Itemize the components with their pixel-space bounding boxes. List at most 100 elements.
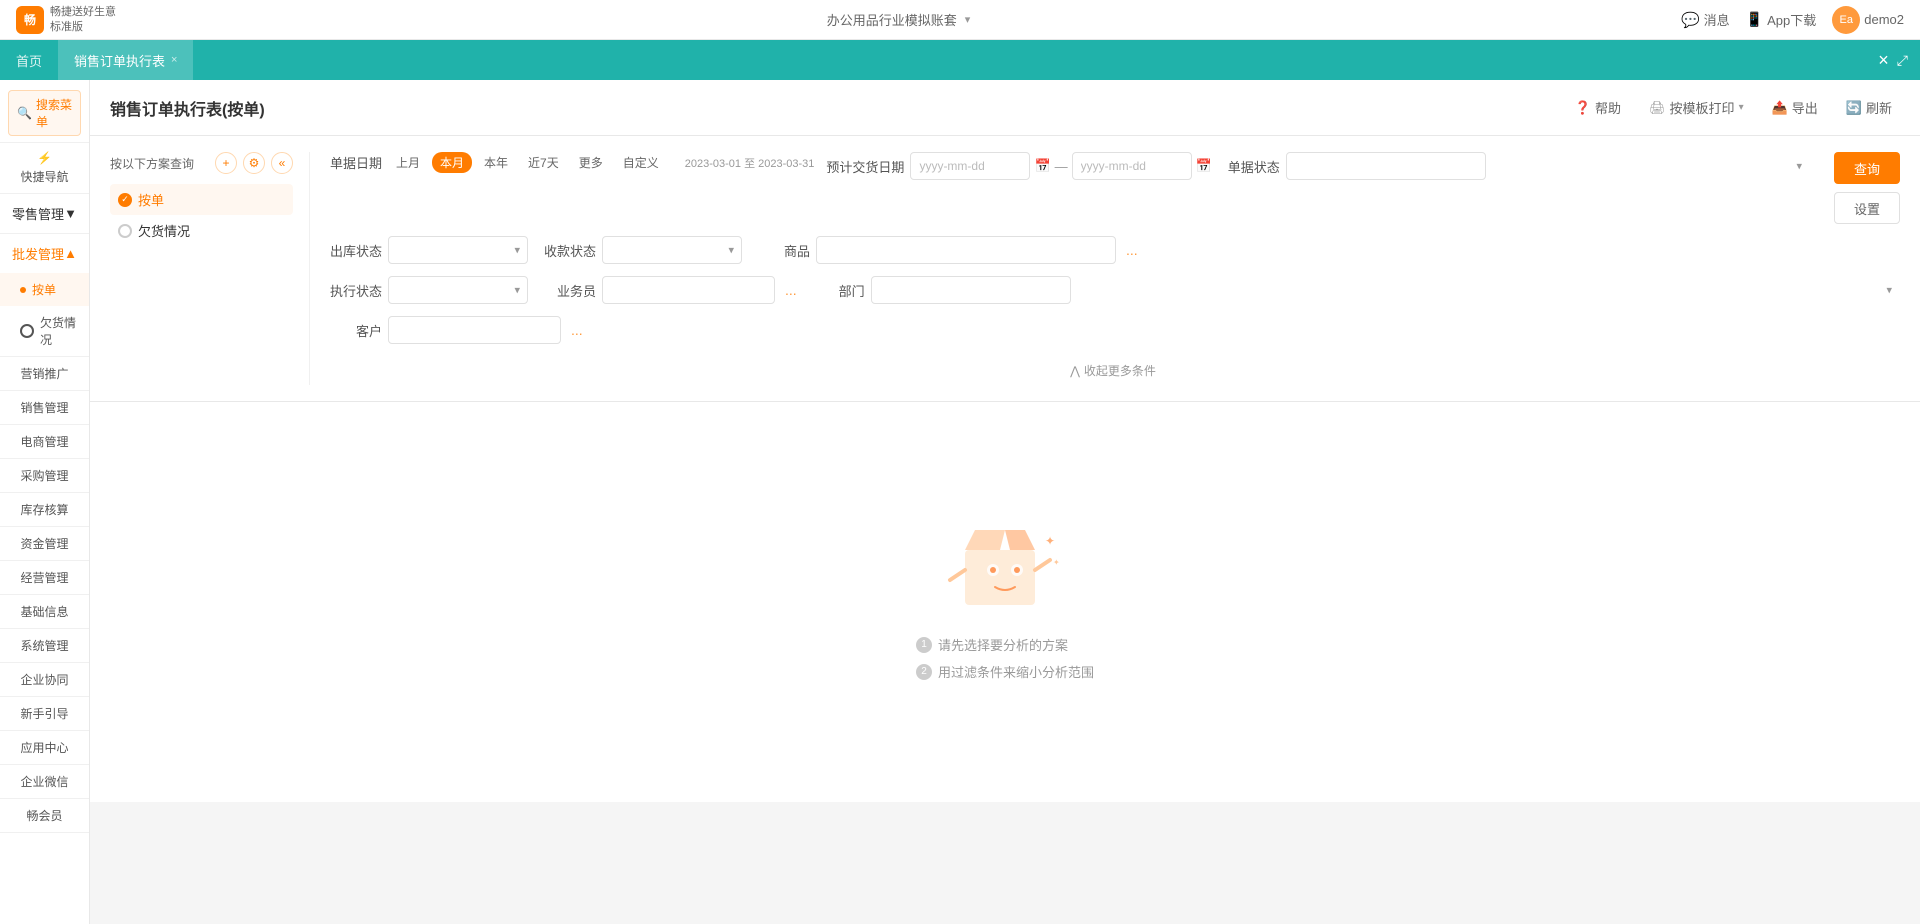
- expected-date-start-input[interactable]: [910, 152, 1030, 180]
- filter-fields: 单据日期 上月 本月 本年 近7天 更多 自定义 2023-03-01 至 20…: [326, 152, 1900, 385]
- sidebar-item-enterprise[interactable]: 企业协同: [0, 663, 89, 696]
- date-tab-thismonth[interactable]: 本月: [432, 152, 472, 173]
- sidebar-item-inventory[interactable]: 库存核算: [0, 493, 89, 526]
- sidebar-wholesale-header[interactable]: 批发管理 ▲: [0, 234, 89, 273]
- date-tab-thisyear[interactable]: 本年: [476, 152, 516, 173]
- sidebar-item-operations[interactable]: 经营管理: [0, 561, 89, 594]
- tab-sales-order[interactable]: 销售订单执行表 ×: [58, 40, 193, 80]
- out-status-select[interactable]: [388, 236, 528, 264]
- sidebar-item-newbie[interactable]: 新手引导: [0, 697, 89, 730]
- salesperson-more-icon[interactable]: ...: [785, 282, 797, 298]
- print-icon: 🖨: [1649, 100, 1666, 116]
- filter-field-docdate: 单据日期 上月 本月 本年 近7天 更多 自定义 2023-03-01 至 20…: [326, 152, 814, 173]
- page-header-actions: ❓ 帮助 🖨 按模板打印 ▾ 📤 导出 🔄 刷新: [1567, 94, 1900, 121]
- sidebar-section-ecommerce: 电商管理: [0, 425, 89, 459]
- avatar: Ea: [1832, 6, 1860, 34]
- export-button[interactable]: 📤 导出: [1764, 94, 1826, 121]
- logo-area: 畅 畅捷送好生意 标准版: [16, 5, 116, 34]
- export-icon: 📤: [1772, 100, 1788, 116]
- receipt-status-select[interactable]: [602, 236, 742, 264]
- salesperson-label: 业务员: [540, 281, 596, 300]
- page-header: 销售订单执行表(按单) ❓ 帮助 🖨 按模板打印 ▾ 📤 导出 🔄 刷新: [90, 80, 1920, 136]
- sidebar-retail-header[interactable]: 零售管理 ▼: [0, 194, 89, 233]
- app-download-button[interactable]: 📱 App下载: [1746, 10, 1817, 29]
- doc-status-select[interactable]: [1286, 152, 1486, 180]
- date-tab-7days[interactable]: 近7天: [520, 152, 567, 173]
- tab-close-icon[interactable]: ×: [171, 54, 177, 66]
- tab-home[interactable]: 首页: [0, 40, 58, 80]
- sidebar-item-purchase[interactable]: 采购管理: [0, 459, 89, 492]
- sidebar-item-system[interactable]: 系统管理: [0, 629, 89, 662]
- calendar-end-icon[interactable]: 📅: [1196, 158, 1212, 174]
- customer-label: 客户: [326, 321, 382, 340]
- tip2-num: 2: [916, 664, 932, 680]
- breadcrumb: 办公用品行业模拟账套 ▾: [827, 10, 971, 29]
- sidebar-section-inventory: 库存核算: [0, 493, 89, 527]
- empty-tips: 1 请先选择要分析的方案 2 用过滤条件来缩小分析范围: [916, 635, 1094, 689]
- sidebar-item-appcenter[interactable]: 应用中心: [0, 731, 89, 764]
- calendar-start-icon[interactable]: 📅: [1034, 158, 1050, 174]
- quicknav-icon: ⚡: [37, 151, 52, 165]
- dept-select[interactable]: [871, 276, 1071, 304]
- exec-status-select[interactable]: [388, 276, 528, 304]
- scheme-add-button[interactable]: +: [215, 152, 237, 174]
- sidebar-search-section: 🔍 搜索菜单: [0, 80, 89, 143]
- message-button[interactable]: 💬 消息: [1681, 10, 1730, 29]
- tab-close-window-icon[interactable]: ×: [1878, 51, 1889, 69]
- sidebar-item-ent-wechat[interactable]: 企业微信: [0, 765, 89, 798]
- scheme-collapse-button[interactable]: «: [271, 152, 293, 174]
- sidebar-section-finance: 资金管理: [0, 527, 89, 561]
- tab-bar-actions: × ⤢: [1866, 40, 1920, 80]
- doc-status-label: 单据状态: [1224, 157, 1280, 176]
- sidebar-item-marketing[interactable]: 营销推广: [0, 357, 89, 390]
- app-download-icon: 📱: [1746, 11, 1763, 28]
- filter-field-outstatus: 出库状态: [326, 236, 528, 264]
- date-tab-more[interactable]: 更多: [571, 152, 611, 173]
- scheme-item-press-order[interactable]: ✓ 按单: [110, 184, 293, 215]
- date-tab-custom[interactable]: 自定义: [615, 152, 667, 173]
- breadcrumb-arrow-icon[interactable]: ▾: [965, 13, 971, 26]
- tab-maximize-icon[interactable]: ⤢: [1897, 52, 1908, 69]
- date-tab-lastmonth[interactable]: 上月: [388, 152, 428, 173]
- user-menu-button[interactable]: Ea demo2: [1832, 6, 1904, 34]
- sidebar-item-member[interactable]: 畅会员: [0, 799, 89, 832]
- sidebar-item-finance[interactable]: 资金管理: [0, 527, 89, 560]
- sidebar-item-basicinfo[interactable]: 基础信息: [0, 595, 89, 628]
- filter-field-receiptstatus: 收款状态: [540, 236, 742, 264]
- empty-illustration: ✦ ✦: [945, 515, 1065, 615]
- sidebar-item-ecommerce[interactable]: 电商管理: [0, 425, 89, 458]
- customer-input[interactable]: [388, 316, 561, 344]
- goods-more-icon[interactable]: ...: [1126, 242, 1138, 258]
- set-button[interactable]: 设置: [1834, 192, 1900, 224]
- scheme-item-debt[interactable]: 欠货情况: [110, 215, 293, 246]
- expected-date-label: 预计交货日期: [826, 157, 904, 176]
- collapse-filter-button[interactable]: ⋀ 收起更多条件: [326, 356, 1900, 385]
- sidebar-item-quicknav[interactable]: ⚡ 快捷导航: [0, 143, 89, 193]
- customer-more-icon[interactable]: ...: [571, 322, 583, 338]
- search-button[interactable]: 查询: [1834, 152, 1900, 184]
- sidebar-item-debt[interactable]: 欠货情况: [0, 306, 89, 356]
- goods-input[interactable]: [816, 236, 1116, 264]
- filter-field-salesperson: 业务员 ...: [540, 276, 797, 304]
- expected-date-end-input[interactable]: [1072, 152, 1192, 180]
- svg-text:✦: ✦: [1053, 558, 1060, 567]
- dept-select-wrapper: [871, 276, 1900, 304]
- sidebar-section-quicknav: ⚡ 快捷导航: [0, 143, 89, 194]
- print-button[interactable]: 🖨 按模板打印 ▾: [1641, 94, 1752, 121]
- main-layout: 🔍 搜索菜单 ⚡ 快捷导航 零售管理 ▼ 批发管理 ▲ 按单: [0, 80, 1920, 924]
- salesperson-input[interactable]: [602, 276, 775, 304]
- dept-label: 部门: [809, 281, 865, 300]
- refresh-button[interactable]: 🔄 刷新: [1838, 94, 1900, 121]
- press-order-dot-icon: [20, 287, 26, 293]
- help-button[interactable]: ❓ 帮助: [1567, 94, 1629, 121]
- empty-state-container: ✦ ✦ 1 请先选择要分析的方案 2 用过滤条件来缩小分析范围: [90, 402, 1920, 802]
- top-bar: 畅 畅捷送好生意 标准版 办公用品行业模拟账套 ▾ 💬 消息 📱 App下载 E…: [0, 0, 1920, 40]
- sidebar-item-sales[interactable]: 销售管理: [0, 391, 89, 424]
- filter-row-3: 执行状态 业务员 ...: [326, 276, 1900, 304]
- filter-field-goods: 商品 ...: [754, 236, 1900, 264]
- scheme-settings-button[interactable]: ⚙: [243, 152, 265, 174]
- scheme-dot-icon: ✓: [118, 193, 132, 207]
- filter-row-2: 出库状态 收款状态: [326, 236, 1900, 264]
- sidebar-search-button[interactable]: 🔍 搜索菜单: [8, 90, 81, 136]
- sidebar-item-press-order[interactable]: 按单: [0, 273, 89, 306]
